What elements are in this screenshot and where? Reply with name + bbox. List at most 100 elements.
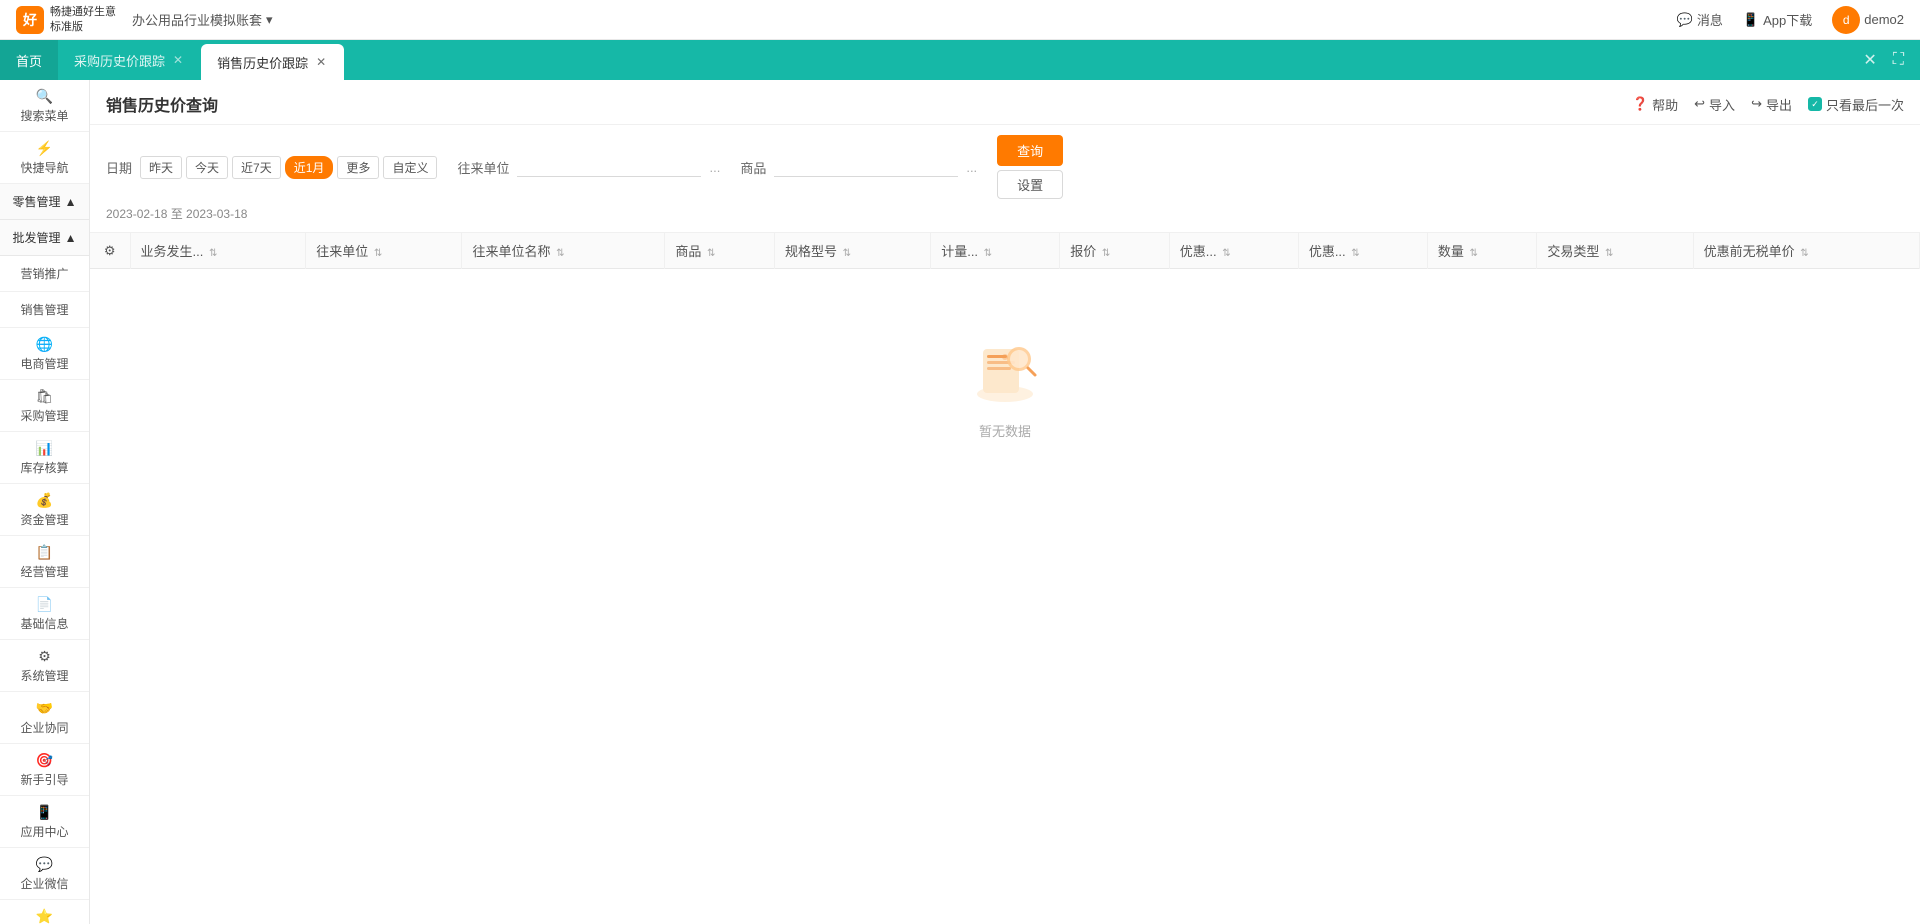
page-header-actions: ❓ 帮助 ↩ 导入 ↪ 导出 只看最后一次	[1632, 95, 1904, 114]
date-btn-1month[interactable]: 近1月	[285, 156, 334, 179]
only-last-checkbox[interactable]: 只看最后一次	[1808, 95, 1904, 114]
th-price[interactable]: 报价 ⇅	[1060, 233, 1170, 269]
sort-arrows: ⇅	[374, 248, 382, 259]
data-table: ⚙ 业务发生... ⇅ 往来单位 ⇅ 往来单位名称	[90, 233, 1920, 269]
th-goods[interactable]: 商品 ⇅	[665, 233, 775, 269]
header-left: 好 畅捷通好生意 标准版 办公用品行业模拟账套 ▾	[16, 5, 281, 34]
date-btn-yesterday[interactable]: 昨天	[140, 156, 182, 179]
inventory-icon: 📊	[36, 440, 53, 457]
sidebar-item-retail[interactable]: 零售管理 ▲	[0, 184, 89, 220]
goods-input[interactable]	[774, 157, 958, 177]
th-spec[interactable]: 规格型号 ⇅	[774, 233, 930, 269]
partner-filter-group: 往来单位 ...	[457, 157, 720, 177]
sort-arrows: ⇅	[1222, 248, 1230, 259]
page-title: 销售历史价查询	[106, 92, 218, 116]
th-settings[interactable]: ⚙	[90, 233, 130, 269]
partner-label: 往来单位	[457, 158, 509, 177]
export-button[interactable]: ↪ 导出	[1751, 95, 1792, 114]
date-btn-7days[interactable]: 近7天	[232, 156, 281, 179]
th-trade-type[interactable]: 交易类型 ⇅	[1537, 233, 1693, 269]
tab-sales-history[interactable]: 销售历史价跟踪 ✕	[201, 44, 344, 80]
filter-bar: 日期 昨天 今天 近7天 近1月 更多 自定义 往来单位	[90, 125, 1920, 233]
date-btn-more[interactable]: 更多	[337, 156, 379, 179]
th-biz-date[interactable]: 业务发生... ⇅	[130, 233, 306, 269]
info-icon: 📄	[36, 596, 53, 613]
tab-purchase-history[interactable]: 采购历史价跟踪 ✕	[58, 40, 201, 80]
message-button[interactable]: 💬 消息	[1677, 10, 1723, 29]
logo-text: 畅捷通好生意 标准版	[50, 5, 116, 34]
close-all-tabs-button[interactable]: ✕	[1859, 48, 1880, 72]
tab-close-purchase[interactable]: ✕	[171, 51, 185, 69]
tab-home[interactable]: 首页	[0, 40, 58, 80]
settings-button[interactable]: 设置	[997, 170, 1063, 199]
operations-icon: 📋	[36, 544, 53, 561]
th-pretax-price[interactable]: 优惠前无税单价 ⇅	[1693, 233, 1919, 269]
sidebar-item-enterprise-collab[interactable]: 🤝 企业协同	[0, 692, 89, 744]
table-container: ⚙ 业务发生... ⇅ 往来单位 ⇅ 往来单位名称	[90, 233, 1920, 924]
partner-input[interactable]	[517, 157, 701, 177]
sidebar-item-basic-info[interactable]: 📄 基础信息	[0, 588, 89, 640]
ecommerce-icon: 🌐	[36, 336, 53, 353]
sidebar-item-enterprise-wechat[interactable]: 💬 企业微信	[0, 848, 89, 900]
partner-dots[interactable]: ...	[709, 160, 720, 175]
sidebar-item-marketing[interactable]: 营销推广	[0, 256, 89, 292]
export-icon: ↪	[1751, 96, 1762, 112]
sort-arrows: ⇅	[843, 248, 851, 259]
app-selector[interactable]: 办公用品行业模拟账套 ▾	[124, 6, 281, 33]
sort-arrows: ⇅	[1800, 248, 1808, 259]
sidebar-item-ecommerce[interactable]: 🌐 电商管理	[0, 328, 89, 380]
action-buttons: 查询 设置	[997, 135, 1063, 199]
user-menu[interactable]: d demo2	[1832, 6, 1904, 34]
th-discount1[interactable]: 优惠... ⇅	[1169, 233, 1298, 269]
th-partner-name[interactable]: 往来单位名称 ⇅	[462, 233, 665, 269]
date-label: 日期	[106, 158, 132, 177]
tab-bar-right: ✕ ⛶	[1859, 48, 1920, 72]
date-range-display: 2023-02-18 至 2023-03-18	[106, 205, 247, 222]
maximize-button[interactable]: ⛶	[1889, 49, 1908, 71]
sidebar-item-search-menu[interactable]: 🔍 搜索菜单	[0, 80, 89, 132]
purchase-icon: 🛍	[36, 388, 54, 405]
finance-icon: 💰	[36, 492, 53, 509]
chevron-icon: ▲	[65, 195, 77, 209]
filter-row-1: 日期 昨天 今天 近7天 近1月 更多 自定义 往来单位	[106, 135, 1063, 199]
sidebar-item-sales-mgmt[interactable]: 销售管理	[0, 292, 89, 328]
sidebar-item-wholesale[interactable]: 批发管理 ▲	[0, 220, 89, 256]
sidebar-item-purchase[interactable]: 🛍 采购管理	[0, 380, 89, 432]
checkbox-indicator	[1808, 97, 1822, 111]
sidebar-item-system[interactable]: ⚙ 系统管理	[0, 640, 89, 692]
page-container: 销售历史价查询 ❓ 帮助 ↩ 导入 ↪ 导出	[90, 80, 1920, 924]
help-button[interactable]: ❓ 帮助	[1632, 95, 1678, 114]
goods-dots[interactable]: ...	[966, 160, 977, 175]
sidebar-item-inventory[interactable]: 📊 库存核算	[0, 432, 89, 484]
tab-close-sales[interactable]: ✕	[314, 53, 328, 71]
sidebar-item-finance[interactable]: 💰 资金管理	[0, 484, 89, 536]
sidebar-item-quick-nav[interactable]: ⚡ 快捷导航	[0, 132, 89, 184]
sort-arrows: ⇅	[1351, 248, 1359, 259]
th-partner-code[interactable]: 往来单位 ⇅	[306, 233, 462, 269]
empty-state: 暂无数据	[90, 269, 1920, 500]
guide-icon: 🎯	[36, 752, 53, 769]
th-quantity[interactable]: 数量 ⇅	[1427, 233, 1537, 269]
chevron-down-icon: ▾	[266, 12, 273, 28]
date-btn-today[interactable]: 今天	[186, 156, 228, 179]
sidebar-item-new-guide[interactable]: 🎯 新手引导	[0, 744, 89, 796]
app-download-button[interactable]: 📱 App下载	[1743, 10, 1812, 29]
header-right: 💬 消息 📱 App下载 d demo2	[1677, 6, 1904, 34]
lightning-icon: ⚡	[36, 140, 53, 157]
logo-area: 好 畅捷通好生意 标准版	[16, 5, 116, 34]
query-button[interactable]: 查询	[997, 135, 1063, 166]
date-range-buttons: 昨天 今天 近7天 近1月 更多 自定义	[140, 156, 437, 179]
import-button[interactable]: ↩ 导入	[1694, 95, 1735, 114]
collab-icon: 🤝	[36, 700, 53, 717]
sort-arrows: ⇅	[1605, 248, 1613, 259]
sidebar-item-member[interactable]: ⭐ 畅会员	[0, 900, 89, 924]
filter-section: 日期 昨天 今天 近7天 近1月 更多 自定义 往来单位	[106, 135, 1063, 222]
sidebar: 🔍 搜索菜单 ⚡ 快捷导航 零售管理 ▲ 批发管理 ▲ 营销推广 销售管理 🌐 …	[0, 80, 90, 924]
th-unit[interactable]: 计量... ⇅	[931, 233, 1060, 269]
sidebar-item-operations[interactable]: 📋 经营管理	[0, 536, 89, 588]
date-btn-custom[interactable]: 自定义	[383, 156, 437, 179]
app-center-icon: 📱	[36, 804, 53, 821]
page-header: 销售历史价查询 ❓ 帮助 ↩ 导入 ↪ 导出	[90, 80, 1920, 125]
th-discount2[interactable]: 优惠... ⇅	[1298, 233, 1427, 269]
sidebar-item-app-center[interactable]: 📱 应用中心	[0, 796, 89, 848]
